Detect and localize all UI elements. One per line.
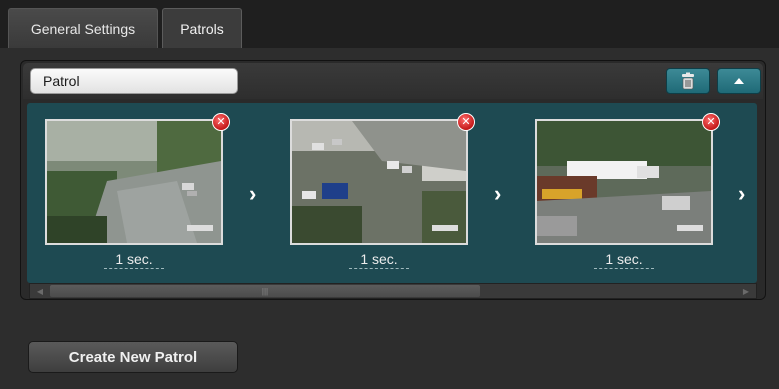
patrol-header [23,63,763,99]
horizontal-scrollbar[interactable]: ◀ ||| ▶ [29,283,757,299]
camera-view-image [47,121,221,243]
camera-thumbnail[interactable] [45,119,223,245]
chevron-right-icon: › [249,181,257,206]
chevron-right-icon: › [738,181,746,206]
caret-up-icon [734,78,744,84]
create-new-patrol-button[interactable]: Create New Patrol [28,341,238,373]
camera-thumbnail[interactable] [290,119,468,245]
camera-thumbnail[interactable] [535,119,713,245]
chevron-right-icon: › [494,181,502,206]
patrol-name-input[interactable] [30,68,238,94]
patrol-camera-strip: ✕ 1 sec. › ✕ 1 sec. › ✕ 1 sec. › [27,103,757,283]
camera-view-image [537,121,711,243]
remove-camera-button[interactable]: ✕ [457,113,475,131]
remove-icon: ✕ [216,115,226,128]
remove-icon: ✕ [706,115,716,128]
camera-view-image [292,121,466,243]
remove-icon: ✕ [461,115,471,128]
tab-patrols[interactable]: Patrols [162,8,242,48]
dwell-time-label[interactable]: 1 sec. [594,251,654,269]
dwell-time-label[interactable]: 1 sec. [104,251,164,269]
scrollbar-thumb[interactable]: ||| [50,285,480,297]
patrol-card: ✕ 1 sec. › ✕ 1 sec. › [20,60,766,300]
tab-general-settings[interactable]: General Settings [8,8,158,48]
tab-bar: General Settings Patrols [0,0,779,48]
remove-camera-button[interactable]: ✕ [212,113,230,131]
collapse-patrol-button[interactable] [717,68,761,94]
remove-camera-button[interactable]: ✕ [702,113,720,131]
scroll-right-icon[interactable]: ▶ [738,284,754,298]
scroll-left-icon[interactable]: ◀ [32,284,48,298]
dwell-time-label[interactable]: 1 sec. [349,251,409,269]
trash-icon [682,72,694,90]
delete-patrol-button[interactable] [666,68,710,94]
